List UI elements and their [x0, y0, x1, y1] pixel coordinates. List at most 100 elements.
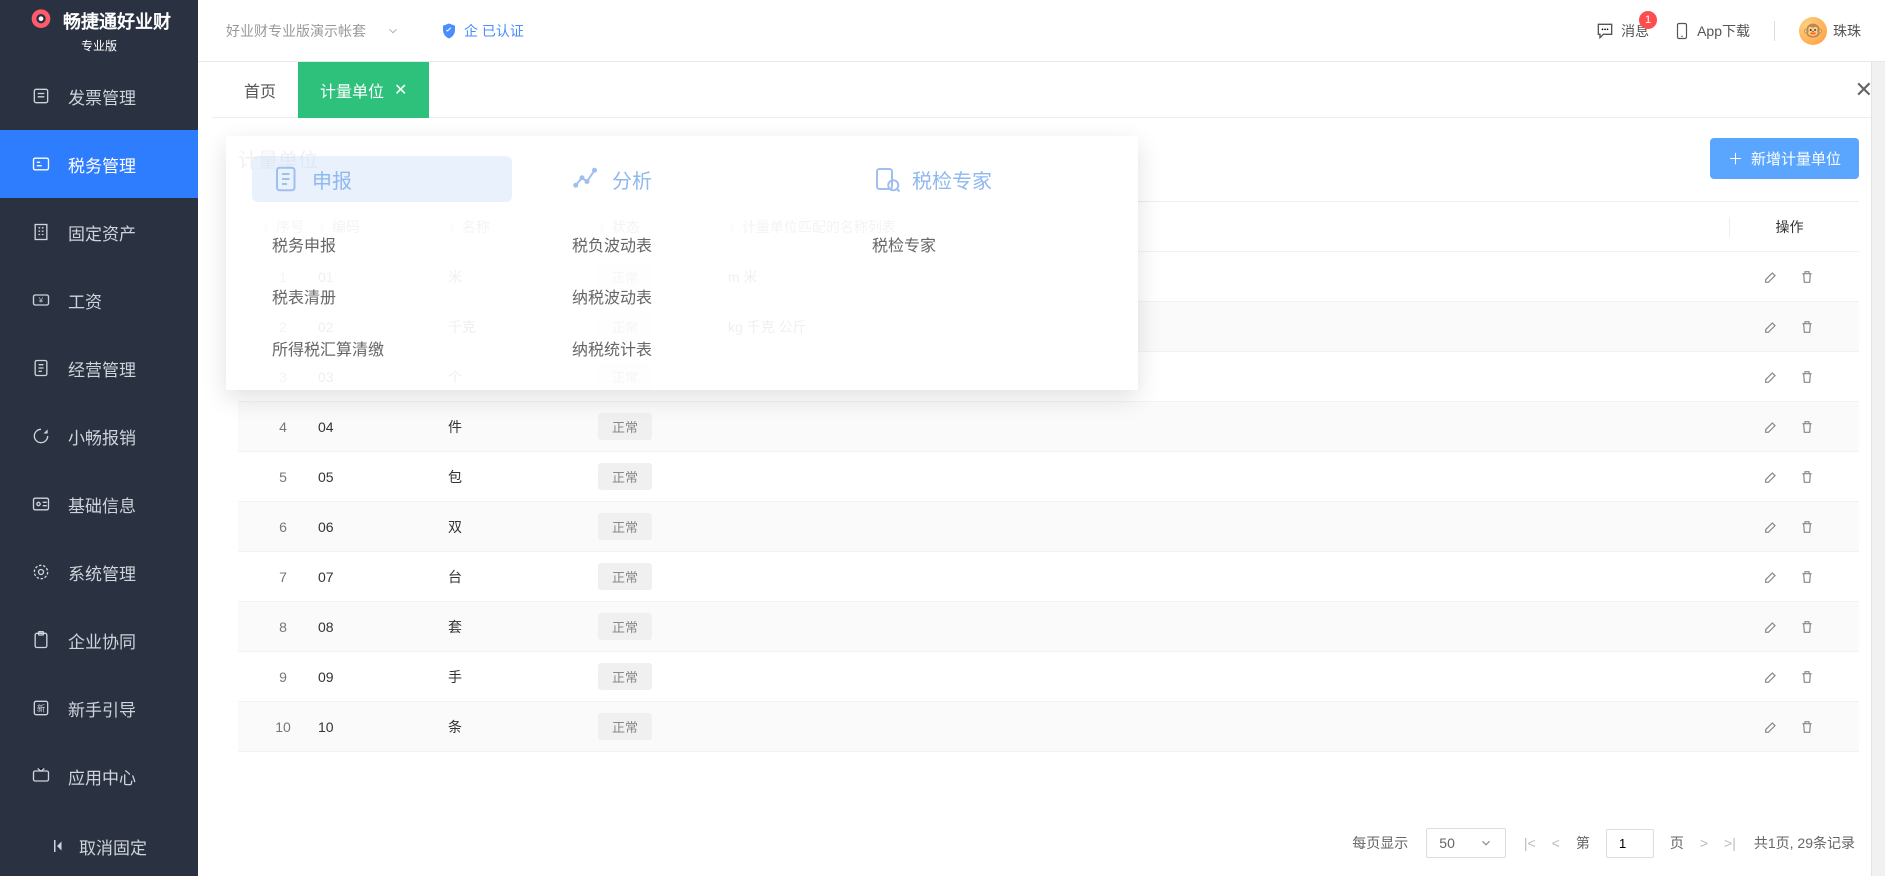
messages-button[interactable]: 消息 1 — [1595, 21, 1649, 41]
sidebar-item-baseinfo[interactable]: 基础信息 — [0, 470, 198, 538]
tax-icon — [30, 153, 52, 175]
sidebar-item-label: 工资 — [68, 288, 102, 313]
add-unit-button[interactable]: ＋ 新增计量单位 — [1710, 138, 1859, 179]
sidebar-item-business[interactable]: 经营管理 — [0, 334, 198, 402]
sidebar: 发票管理 税务管理 固定资产 ¥工资 经营管理 小畅报销 基础信息 系统管理 企… — [0, 62, 198, 876]
overlay-tab-expert[interactable]: 税检专家 — [852, 156, 1112, 202]
per-page-select[interactable]: 50 — [1426, 828, 1506, 858]
overlay-tab-declare[interactable]: 申报 — [252, 156, 512, 202]
sidebar-item-tax[interactable]: 税务管理 — [0, 130, 198, 198]
tab-label: 计量单位 — [320, 78, 384, 102]
page-first-icon[interactable]: |< — [1524, 835, 1536, 851]
sidebar-item-apps[interactable]: 应用中心 — [0, 742, 198, 810]
delete-icon[interactable] — [1799, 269, 1815, 285]
sidebar-item-guide[interactable]: 新新手引导 — [0, 674, 198, 742]
delete-icon[interactable] — [1799, 319, 1815, 335]
page-last-icon[interactable]: >| — [1724, 835, 1736, 851]
table-row[interactable]: 505包正常 — [238, 452, 1859, 502]
sidebar-item-collab[interactable]: 企业协同 — [0, 606, 198, 674]
account-selector[interactable]: 好业财专业版演示帐套 — [226, 15, 400, 47]
edit-icon[interactable] — [1763, 369, 1779, 385]
cell-code: 06 — [318, 519, 448, 535]
edit-icon[interactable] — [1763, 669, 1779, 685]
app-header: 畅捷通好业财 专业版 好业财专业版演示帐套 企 已认证 消息 1 — [0, 0, 1885, 62]
overlay-menu-item[interactable]: 税检专家 — [852, 232, 1112, 256]
delete-icon[interactable] — [1799, 619, 1815, 635]
cell-op — [1729, 719, 1849, 735]
close-icon[interactable]: ✕ — [394, 80, 407, 100]
delete-icon[interactable] — [1799, 519, 1815, 535]
cell-status: 正常 — [598, 463, 728, 490]
tab-active[interactable]: 计量单位 ✕ — [298, 62, 429, 118]
edit-icon[interactable] — [1763, 469, 1779, 485]
overlay-menu-item[interactable]: 税务申报 — [252, 232, 512, 256]
cell-name: 手 — [448, 667, 598, 687]
sidebar-item-invoice[interactable]: 发票管理 — [0, 62, 198, 130]
cell-op — [1729, 419, 1849, 435]
page-next-icon[interactable]: > — [1700, 835, 1708, 851]
brand-logo-icon — [27, 7, 55, 35]
edit-icon[interactable] — [1763, 619, 1779, 635]
overlay-tab-analysis[interactable]: 分析 — [552, 156, 812, 202]
app-download-button[interactable]: App下载 — [1673, 21, 1750, 41]
overlay-menu-item[interactable]: 所得税汇算清缴 — [252, 336, 512, 360]
table-row[interactable]: 909手正常 — [238, 652, 1859, 702]
per-page-value: 50 — [1439, 835, 1455, 851]
edit-icon[interactable] — [1763, 419, 1779, 435]
edit-icon[interactable] — [1763, 269, 1779, 285]
edit-icon[interactable] — [1763, 569, 1779, 585]
sidebar-item-label: 固定资产 — [68, 220, 136, 245]
sidebar-item-salary[interactable]: ¥工资 — [0, 266, 198, 334]
sidebar-unpin-button[interactable]: 取消固定 — [0, 816, 198, 876]
cell-name: 条 — [448, 717, 598, 737]
delete-icon[interactable] — [1799, 669, 1815, 685]
cell-name: 包 — [448, 467, 598, 487]
col-header-op: 操作 — [1729, 217, 1849, 237]
sidebar-item-system[interactable]: 系统管理 — [0, 538, 198, 606]
gear-icon — [30, 561, 52, 583]
cell-name: 台 — [448, 567, 598, 587]
sidebar-item-label: 新手引导 — [68, 696, 136, 721]
sidebar-item-label: 企业协同 — [68, 628, 136, 653]
sidebar-item-label: 经营管理 — [68, 356, 136, 381]
table-row[interactable]: 404件正常 — [238, 402, 1859, 452]
certified-badge[interactable]: 企 已认证 — [440, 21, 524, 41]
tab-home[interactable]: 首页 — [222, 62, 298, 118]
cell-code: 05 — [318, 469, 448, 485]
table-row[interactable]: 606双正常 — [238, 502, 1859, 552]
plus-icon: ＋ — [1728, 148, 1743, 169]
cell-op — [1729, 619, 1849, 635]
delete-icon[interactable] — [1799, 369, 1815, 385]
cell-status: 正常 — [598, 713, 728, 740]
edit-icon[interactable] — [1763, 719, 1779, 735]
cell-code: 07 — [318, 569, 448, 585]
overlay-menu-item[interactable]: 税负波动表 — [552, 232, 812, 256]
page-input[interactable] — [1606, 829, 1654, 858]
username: 珠珠 — [1833, 21, 1861, 41]
cell-code: 08 — [318, 619, 448, 635]
edit-icon[interactable] — [1763, 519, 1779, 535]
table-row[interactable]: 707台正常 — [238, 552, 1859, 602]
table-row[interactable]: 808套正常 — [238, 602, 1859, 652]
user-menu[interactable]: 🐵 珠珠 — [1799, 17, 1861, 45]
brand-edition: 专业版 — [81, 37, 117, 54]
overlay-menu-item[interactable]: 纳税波动表 — [552, 284, 812, 308]
overlay-menu-item[interactable]: 纳税统计表 — [552, 336, 812, 360]
sidebar-scrollbar-track[interactable] — [1871, 62, 1885, 876]
brand-block: 畅捷通好业财 专业版 — [0, 0, 198, 62]
page-prev-icon[interactable]: < — [1552, 835, 1560, 851]
pagination-summary: 共1页, 29条记录 — [1754, 833, 1855, 853]
delete-icon[interactable] — [1799, 719, 1815, 735]
delete-icon[interactable] — [1799, 419, 1815, 435]
overlay-menu-item[interactable]: 税表清册 — [252, 284, 512, 308]
sidebar-item-assets[interactable]: 固定资产 — [0, 198, 198, 266]
delete-icon[interactable] — [1799, 569, 1815, 585]
chevron-down-icon — [386, 24, 400, 38]
delete-icon[interactable] — [1799, 469, 1815, 485]
tv-icon — [30, 765, 52, 787]
chat-icon — [1595, 21, 1615, 41]
sidebar-item-expense[interactable]: 小畅报销 — [0, 402, 198, 470]
table-row[interactable]: 1010条正常 — [238, 702, 1859, 752]
edit-icon[interactable] — [1763, 319, 1779, 335]
cell-seq: 7 — [248, 569, 318, 585]
